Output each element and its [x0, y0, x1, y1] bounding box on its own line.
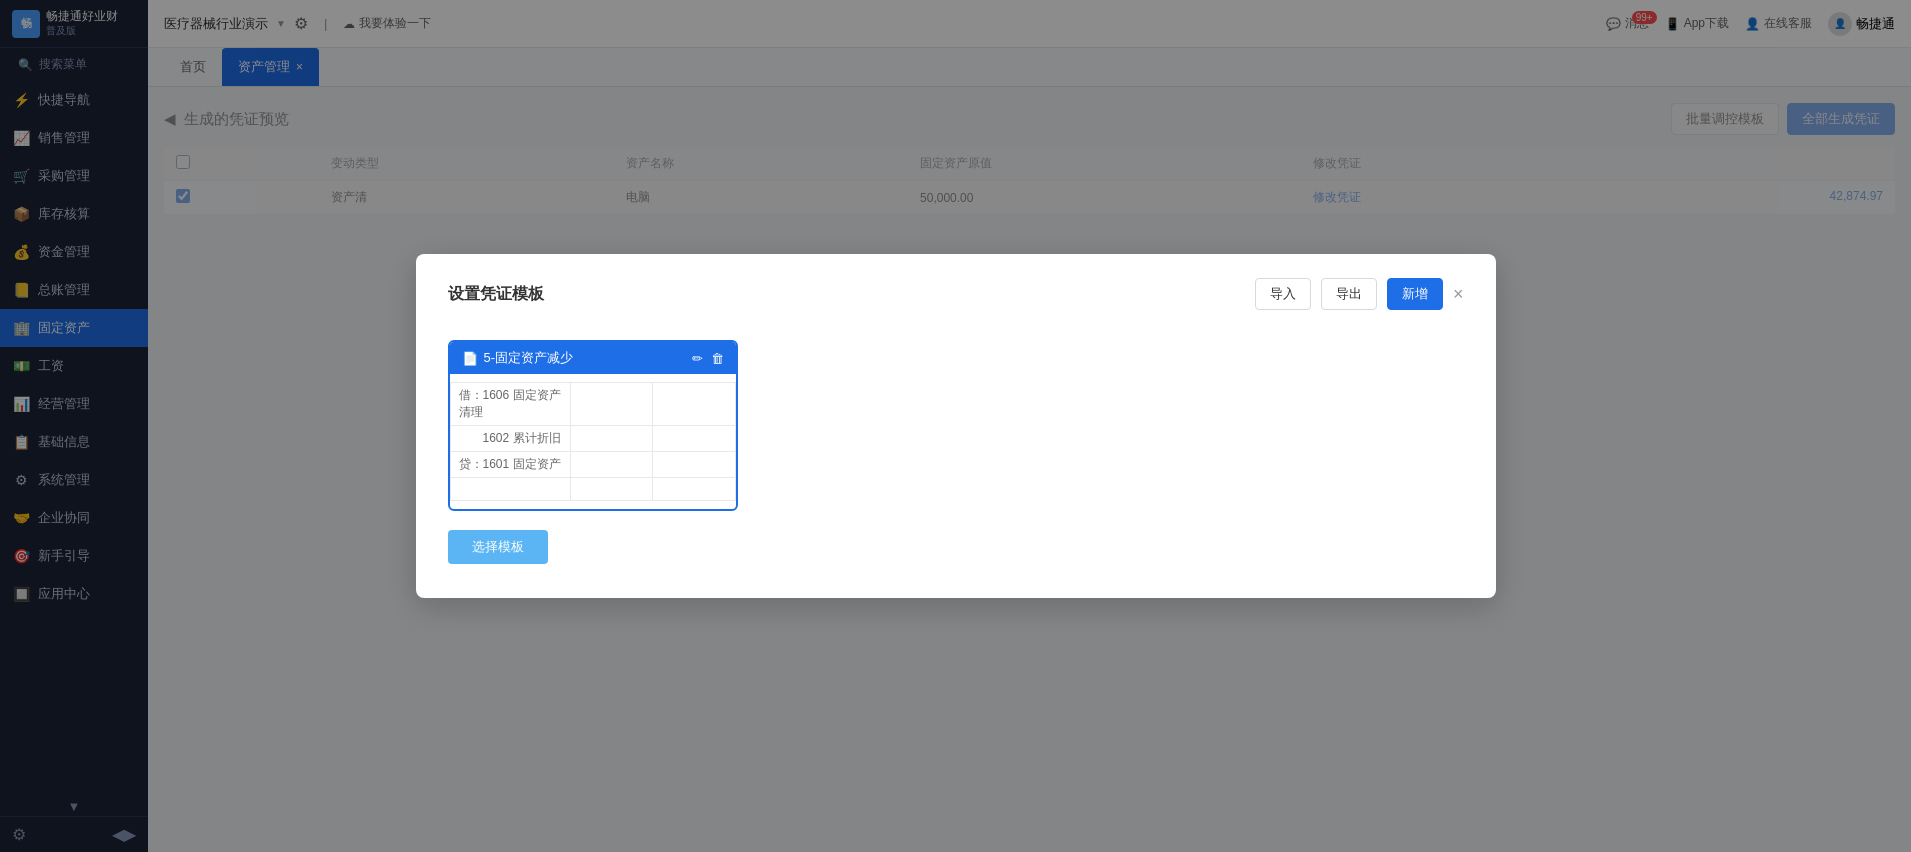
template-header-left: 📄 5-固定资产减少 — [462, 349, 574, 367]
main-content: 医疗器械行业演示 ▼ ⚙ | ☁ 我要体验一下 💬 消息 99+ 📱 App下载… — [148, 0, 1911, 852]
modal-title: 设置凭证模板 — [448, 284, 544, 305]
select-btn-wrapper: 选择模板 — [448, 530, 1464, 564]
entry-credit-3 — [653, 452, 736, 478]
template-body: 借：1606 固定资产清理 1602 累计折旧 — [450, 374, 736, 509]
entry-debit-2 — [570, 426, 653, 452]
template-delete-icon[interactable]: 🗑 — [711, 351, 724, 366]
entry-credit-2 — [653, 426, 736, 452]
template-entry-row: 贷：1601 固定资产 — [450, 452, 735, 478]
entry-credit-1 — [653, 383, 736, 426]
select-template-btn[interactable]: 选择模板 — [448, 530, 548, 564]
template-edit-icon[interactable]: ✏ — [692, 351, 703, 366]
modal-actions: 导入 导出 新增 — [1255, 278, 1443, 310]
modal-overlay: 设置凭证模板 导入 导出 新增 × — [148, 87, 1911, 852]
new-btn[interactable]: 新增 — [1387, 278, 1443, 310]
entry-type-2: 1602 累计折旧 — [450, 426, 570, 452]
template-card: 📄 5-固定资产减少 ✏ 🗑 — [448, 340, 738, 511]
template-doc-icon: 📄 — [462, 351, 478, 366]
import-btn[interactable]: 导入 — [1255, 278, 1311, 310]
entry-debit-3 — [570, 452, 653, 478]
template-area: 📄 5-固定资产减少 ✏ 🗑 — [448, 330, 1464, 574]
entry-type-3: 贷：1601 固定资产 — [450, 452, 570, 478]
entry-debit-1 — [570, 383, 653, 426]
template-card-header: 📄 5-固定资产减少 ✏ 🗑 — [450, 342, 736, 374]
template-name: 5-固定资产减少 — [484, 349, 574, 367]
template-entry-row: 借：1606 固定资产清理 — [450, 383, 735, 426]
page-body: ◀ 生成的凭证预览 批量调控模板 全部生成凭证 变动类型 资产名称 固定资产原 — [148, 87, 1911, 852]
modal-header: 设置凭证模板 导入 导出 新增 × — [448, 278, 1464, 310]
template-header-actions: ✏ 🗑 — [692, 351, 724, 366]
template-entry-row: 1602 累计折旧 — [450, 426, 735, 452]
template-entries-table: 借：1606 固定资产清理 1602 累计折旧 — [450, 382, 736, 501]
entry-type-1: 借：1606 固定资产清理 — [450, 383, 570, 426]
export-btn[interactable]: 导出 — [1321, 278, 1377, 310]
modal-dialog: 设置凭证模板 导入 导出 新增 × — [416, 254, 1496, 598]
template-entry-empty — [450, 478, 735, 501]
modal-close-btn[interactable]: × — [1453, 284, 1464, 305]
